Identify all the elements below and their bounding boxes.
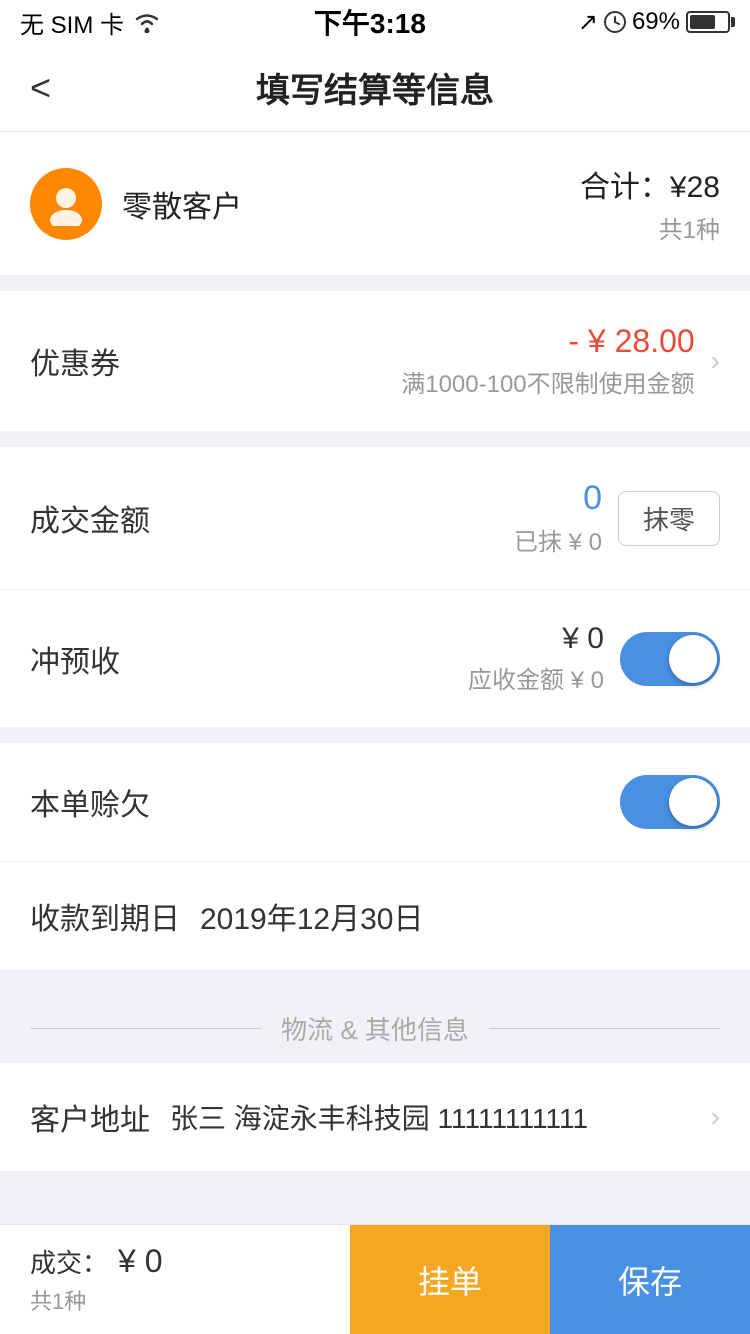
page-title: 填写结算等信息 [256, 63, 494, 112]
avatar-icon [44, 182, 88, 226]
battery-icon [686, 11, 730, 33]
bottom-bar: 成交： ¥ 0 共1种 挂单 保存 [0, 1224, 750, 1334]
deal-label: 成交： [30, 1243, 108, 1280]
coupon-discount: - ¥ 28.00 [401, 323, 694, 360]
customer-avatar [30, 168, 102, 240]
coupon-row[interactable]: 优惠券 - ¥ 28.00 满1000-100不限制使用金额 › [0, 291, 750, 431]
due-date-label: 收款到期日 [30, 894, 180, 938]
coupon-value-col: - ¥ 28.00 满1000-100不限制使用金额 [401, 323, 694, 399]
transaction-value: 0 [514, 479, 602, 518]
transaction-sub: 已抹 ¥ 0 [514, 522, 602, 557]
coupon-right: - ¥ 28.00 满1000-100不限制使用金额 › [401, 323, 720, 399]
clock-icon [604, 11, 626, 33]
customer-left: 零散客户 [30, 168, 242, 240]
deal-amount: ¥ 0 [118, 1243, 162, 1280]
debt-row: 本单赊欠 [0, 743, 750, 862]
due-date-value: 2019年12月30日 [200, 894, 423, 938]
debt-right [620, 775, 720, 829]
address-value: 张三 海淀永丰科技园 11111111111 [150, 1097, 711, 1137]
customer-name: 零散客户 [122, 182, 242, 226]
transaction-right: 0 已抹 ¥ 0 抹零 [514, 479, 720, 557]
coupon-label: 优惠券 [30, 339, 120, 383]
advance-label: 冲预收 [30, 637, 120, 681]
coupon-desc: 满1000-100不限制使用金额 [401, 364, 694, 399]
address-chevron-icon: › [711, 1101, 720, 1133]
debt-toggle-thumb [669, 778, 717, 826]
customer-right: 合计：¥28 共1种 [580, 162, 720, 245]
debt-section: 本单赊欠 收款到期日 2019年12月30日 [0, 743, 750, 970]
header-line-left [30, 1028, 261, 1029]
address-row[interactable]: 客户地址 张三 海淀永丰科技园 11111111111 › [0, 1063, 750, 1171]
content: 零散客户 合计：¥28 共1种 优惠券 - ¥ 28.00 满1000-100不… [0, 132, 750, 1307]
coupon-chevron-icon: › [711, 345, 720, 377]
debt-toggle[interactable] [620, 775, 720, 829]
advance-sub: 应收金额 ¥ 0 [468, 660, 604, 695]
time-label: 下午3:18 [314, 2, 426, 42]
coupon-section: 优惠券 - ¥ 28.00 满1000-100不限制使用金额 › [0, 291, 750, 431]
address-label: 客户地址 [30, 1095, 150, 1139]
suspend-button[interactable]: 挂单 [350, 1225, 550, 1334]
status-right: ↗ 69% [578, 8, 730, 37]
debt-label: 本单赊欠 [30, 780, 150, 824]
customer-row: 零散客户 合计：¥28 共1种 [0, 132, 750, 275]
total-amount: 合计：¥28 [580, 162, 720, 206]
logistics-header: 物流 & 其他信息 [0, 986, 750, 1063]
advance-row: 冲预收 ¥ 0 应收金额 ¥ 0 [0, 590, 750, 727]
address-section: 客户地址 张三 海淀永丰科技园 11111111111 › [0, 1063, 750, 1171]
bottom-deal: 成交： ¥ 0 [30, 1243, 320, 1280]
transaction-label: 成交金额 [30, 496, 150, 540]
transaction-section: 成交金额 0 已抹 ¥ 0 抹零 冲预收 ¥ 0 应收金额 ¥ 0 [0, 447, 750, 727]
bottom-info: 成交： ¥ 0 共1种 [0, 1243, 350, 1316]
round-button[interactable]: 抹零 [618, 491, 720, 546]
back-button[interactable]: < [30, 67, 51, 109]
header-line-right [489, 1028, 720, 1029]
logistics-label: 物流 & 其他信息 [281, 1010, 469, 1047]
bottom-count: 共1种 [30, 1284, 320, 1316]
save-button[interactable]: 保存 [550, 1225, 750, 1334]
nav-bar: < 填写结算等信息 [0, 44, 750, 132]
carrier-label: 无 SIM 卡 [20, 5, 124, 40]
battery-percent: 69% [632, 8, 680, 36]
advance-toggle[interactable] [620, 632, 720, 686]
battery-fill [690, 15, 715, 29]
wifi-icon [132, 11, 162, 33]
toggle-thumb [669, 635, 717, 683]
status-bar: 无 SIM 卡 下午3:18 ↗ 69% [0, 0, 750, 44]
due-date-row: 收款到期日 2019年12月30日 [0, 862, 750, 970]
gps-icon: ↗ [578, 8, 598, 37]
advance-right: ¥ 0 应收金额 ¥ 0 [468, 622, 720, 695]
advance-value-col: ¥ 0 应收金额 ¥ 0 [468, 622, 604, 695]
status-left: 无 SIM 卡 [20, 5, 162, 40]
transaction-row: 成交金额 0 已抹 ¥ 0 抹零 [0, 447, 750, 590]
advance-value: ¥ 0 [468, 622, 604, 656]
total-count: 共1种 [580, 210, 720, 245]
transaction-value-col: 0 已抹 ¥ 0 [514, 479, 602, 557]
